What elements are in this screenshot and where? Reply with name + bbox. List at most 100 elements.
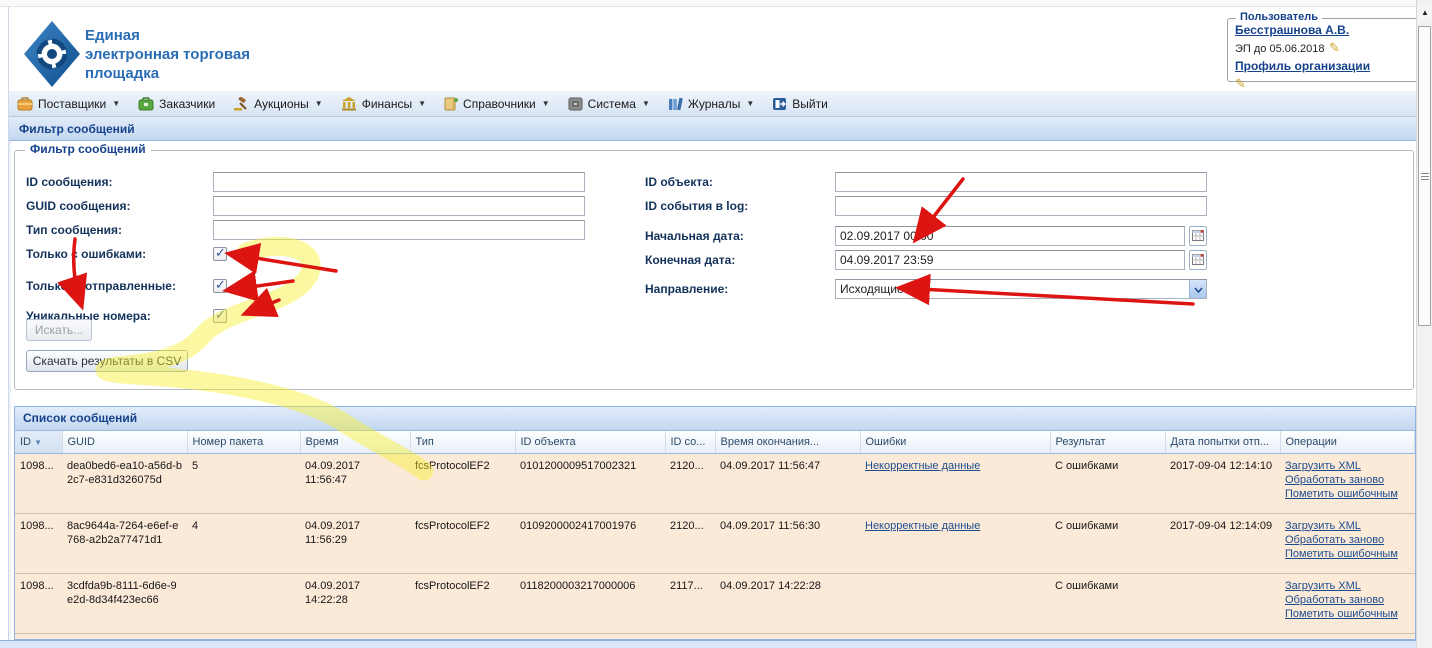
column-header-event-id[interactable]: ID со... bbox=[665, 431, 716, 454]
cell-time: 04.09.2017 11:56:47 bbox=[300, 453, 410, 514]
cell-errors bbox=[860, 573, 1050, 634]
scrollbar-thumb[interactable] bbox=[1418, 26, 1431, 326]
download-csv-button[interactable]: Скачать результаты в CSV bbox=[26, 350, 188, 372]
op-reprocess-link[interactable]: Обработать заново bbox=[1285, 593, 1410, 607]
op-reprocess-link[interactable]: Обработать заново bbox=[1285, 533, 1410, 547]
end-date-calendar-button[interactable] bbox=[1189, 250, 1207, 270]
label-only-errors: Только с ошибками: bbox=[26, 247, 147, 261]
end-date-input[interactable] bbox=[835, 250, 1185, 270]
chevron-down-icon: ▼ bbox=[314, 99, 323, 108]
calendar-icon bbox=[1192, 253, 1204, 265]
search-button[interactable]: Искать... bbox=[26, 319, 92, 341]
briefcase-green-icon bbox=[138, 96, 154, 110]
column-header-operations[interactable]: Операции bbox=[1280, 431, 1415, 454]
menu-journals[interactable]: Журналы ▼ bbox=[668, 97, 754, 111]
user-name-link[interactable]: Бесстрашнова А.В. bbox=[1235, 23, 1349, 37]
calendar-icon bbox=[1192, 229, 1204, 241]
brand-line-1: Единая bbox=[85, 27, 140, 44]
only-errors-checkbox[interactable] bbox=[213, 245, 227, 261]
select-chevron-button[interactable] bbox=[1189, 280, 1206, 298]
horizontal-scrollbar[interactable] bbox=[0, 640, 1416, 648]
menu-logout[interactable]: Выйти bbox=[772, 97, 828, 111]
user-panel-legend: Пользователь bbox=[1236, 11, 1323, 23]
table-row[interactable]: 1098... 8ac9644a-7264-e6ef-e768-a2b2a774… bbox=[15, 513, 1415, 574]
menu-suppliers[interactable]: Поставщики ▼ bbox=[17, 97, 120, 111]
column-header-type[interactable]: Тип bbox=[410, 431, 516, 454]
table-row[interactable]: 1098... 3cdfda9b-8111-6d6e-9e2d-8d34f423… bbox=[15, 573, 1415, 634]
start-date-calendar-button[interactable] bbox=[1189, 226, 1207, 246]
filter-panel: Фильтр сообщений ID сообщения: GUID сооб… bbox=[14, 142, 1414, 390]
cell-event-id: 2120... bbox=[665, 513, 715, 574]
cell-id: 1098... bbox=[15, 453, 62, 514]
scroll-up-arrow-icon[interactable]: ▲ bbox=[1419, 6, 1431, 20]
edit-pencil-icon-2[interactable]: ✎ bbox=[1235, 76, 1246, 91]
gavel-icon bbox=[234, 96, 247, 110]
only-unsent-checkbox[interactable] bbox=[213, 277, 227, 293]
column-header-result[interactable]: Результат bbox=[1050, 431, 1166, 454]
cell-package: 5 bbox=[187, 633, 300, 639]
op-load-xml-link[interactable]: Загрузить XML bbox=[1285, 459, 1410, 473]
column-header-id[interactable]: ID ▼ bbox=[15, 431, 63, 454]
vertical-scrollbar[interactable]: ▲ bbox=[1416, 0, 1432, 648]
unique-numbers-checkbox[interactable] bbox=[213, 307, 227, 323]
message-guid-input[interactable] bbox=[213, 196, 585, 216]
cell-end-time: 04.09.2017 14:22:28 bbox=[715, 573, 860, 634]
label-object-id: ID объекта: bbox=[645, 175, 713, 189]
error-details-link[interactable]: Некорректные данные bbox=[865, 520, 980, 532]
book-icon bbox=[444, 97, 459, 110]
chevron-down-icon bbox=[1193, 287, 1203, 294]
op-load-xml-link[interactable]: Загрузить XML bbox=[1285, 579, 1410, 593]
object-id-input[interactable] bbox=[835, 172, 1207, 192]
label-message-guid: GUID сообщения: bbox=[26, 199, 131, 213]
op-mark-error-link[interactable]: Пометить ошибочным bbox=[1285, 607, 1410, 621]
cell-event-id: 2092... bbox=[665, 633, 715, 639]
cell-result: С ошибками bbox=[1050, 513, 1165, 574]
op-mark-error-link[interactable]: Пометить ошибочным bbox=[1285, 547, 1410, 561]
column-header-end-time[interactable]: Время окончания... bbox=[715, 431, 861, 454]
label-message-id: ID сообщения: bbox=[26, 175, 113, 189]
cell-guid: dea0bed6-ea10-a56d-b2c7-e831d326075d bbox=[62, 453, 187, 514]
menu-finances[interactable]: Финансы ▼ bbox=[341, 96, 426, 111]
column-header-attempt-date[interactable]: Дата попытки отп... bbox=[1165, 431, 1281, 454]
column-header-time[interactable]: Время bbox=[300, 431, 411, 454]
messages-grid-panel: Список сообщений ID ▼ GUID Номер пакета … bbox=[14, 406, 1416, 640]
menu-auctions[interactable]: Аукционы ▼ bbox=[233, 96, 323, 111]
message-id-input[interactable] bbox=[213, 172, 585, 192]
op-load-xml-link[interactable]: Загрузить XML bbox=[1285, 519, 1410, 533]
user-panel: Пользователь Бесстрашнова А.В. ЭП до 05.… bbox=[1227, 11, 1425, 91]
chip-icon bbox=[568, 97, 583, 110]
menu-references[interactable]: Справочники ▼ bbox=[444, 97, 550, 111]
label-message-type: Тип сообщения: bbox=[26, 223, 122, 237]
log-event-id-input[interactable] bbox=[835, 196, 1207, 216]
cell-attempt-date bbox=[1165, 573, 1280, 634]
column-header-errors[interactable]: Ошибки bbox=[860, 431, 1051, 454]
cell-type: fcsProtocolEF2 bbox=[410, 513, 515, 574]
direction-select[interactable]: Исходящие bbox=[835, 279, 1207, 299]
brand-line-3: площадка bbox=[85, 65, 160, 82]
table-row[interactable]: 1098... 88ad878b-8895-98c7-... 5 04.09.2… bbox=[15, 633, 1415, 639]
column-header-package[interactable]: Номер пакета bbox=[187, 431, 301, 454]
op-mark-error-link[interactable]: Пометить ошибочным bbox=[1285, 487, 1410, 501]
error-details-link[interactable]: Некорректные данные bbox=[865, 460, 980, 472]
cell-time: 04.09.2017 14:22:28 bbox=[300, 573, 410, 634]
window-top-strip bbox=[0, 0, 1432, 7]
start-date-input[interactable] bbox=[835, 226, 1185, 246]
scrollbar-grip-icon bbox=[1421, 173, 1429, 181]
cell-attempt-date: 2017-09-04 12:14:09 bbox=[1165, 513, 1280, 574]
table-row[interactable]: 1098... dea0bed6-ea10-a56d-b2c7-e831d326… bbox=[15, 453, 1415, 514]
message-type-input[interactable] bbox=[213, 220, 585, 240]
column-header-guid[interactable]: GUID bbox=[62, 431, 188, 454]
edit-pencil-icon[interactable]: ✎ bbox=[1329, 40, 1340, 55]
cell-type: fcsProtocolEF2 bbox=[410, 453, 515, 514]
chevron-down-icon: ▼ bbox=[641, 99, 650, 108]
column-header-object-id[interactable]: ID объекта bbox=[515, 431, 666, 454]
cell-id: 1098... bbox=[15, 573, 62, 634]
menu-customers[interactable]: Заказчики bbox=[138, 97, 215, 111]
label-direction: Направление: bbox=[645, 282, 729, 296]
menu-system[interactable]: Система ▼ bbox=[568, 97, 650, 111]
cell-package: 4 bbox=[187, 513, 300, 574]
op-reprocess-link[interactable]: Обработать заново bbox=[1285, 473, 1410, 487]
cell-guid: 88ad878b-8895-98c7-... bbox=[62, 633, 187, 639]
org-profile-link[interactable]: Профиль организации bbox=[1235, 59, 1370, 73]
chevron-down-icon: ▼ bbox=[112, 99, 121, 108]
